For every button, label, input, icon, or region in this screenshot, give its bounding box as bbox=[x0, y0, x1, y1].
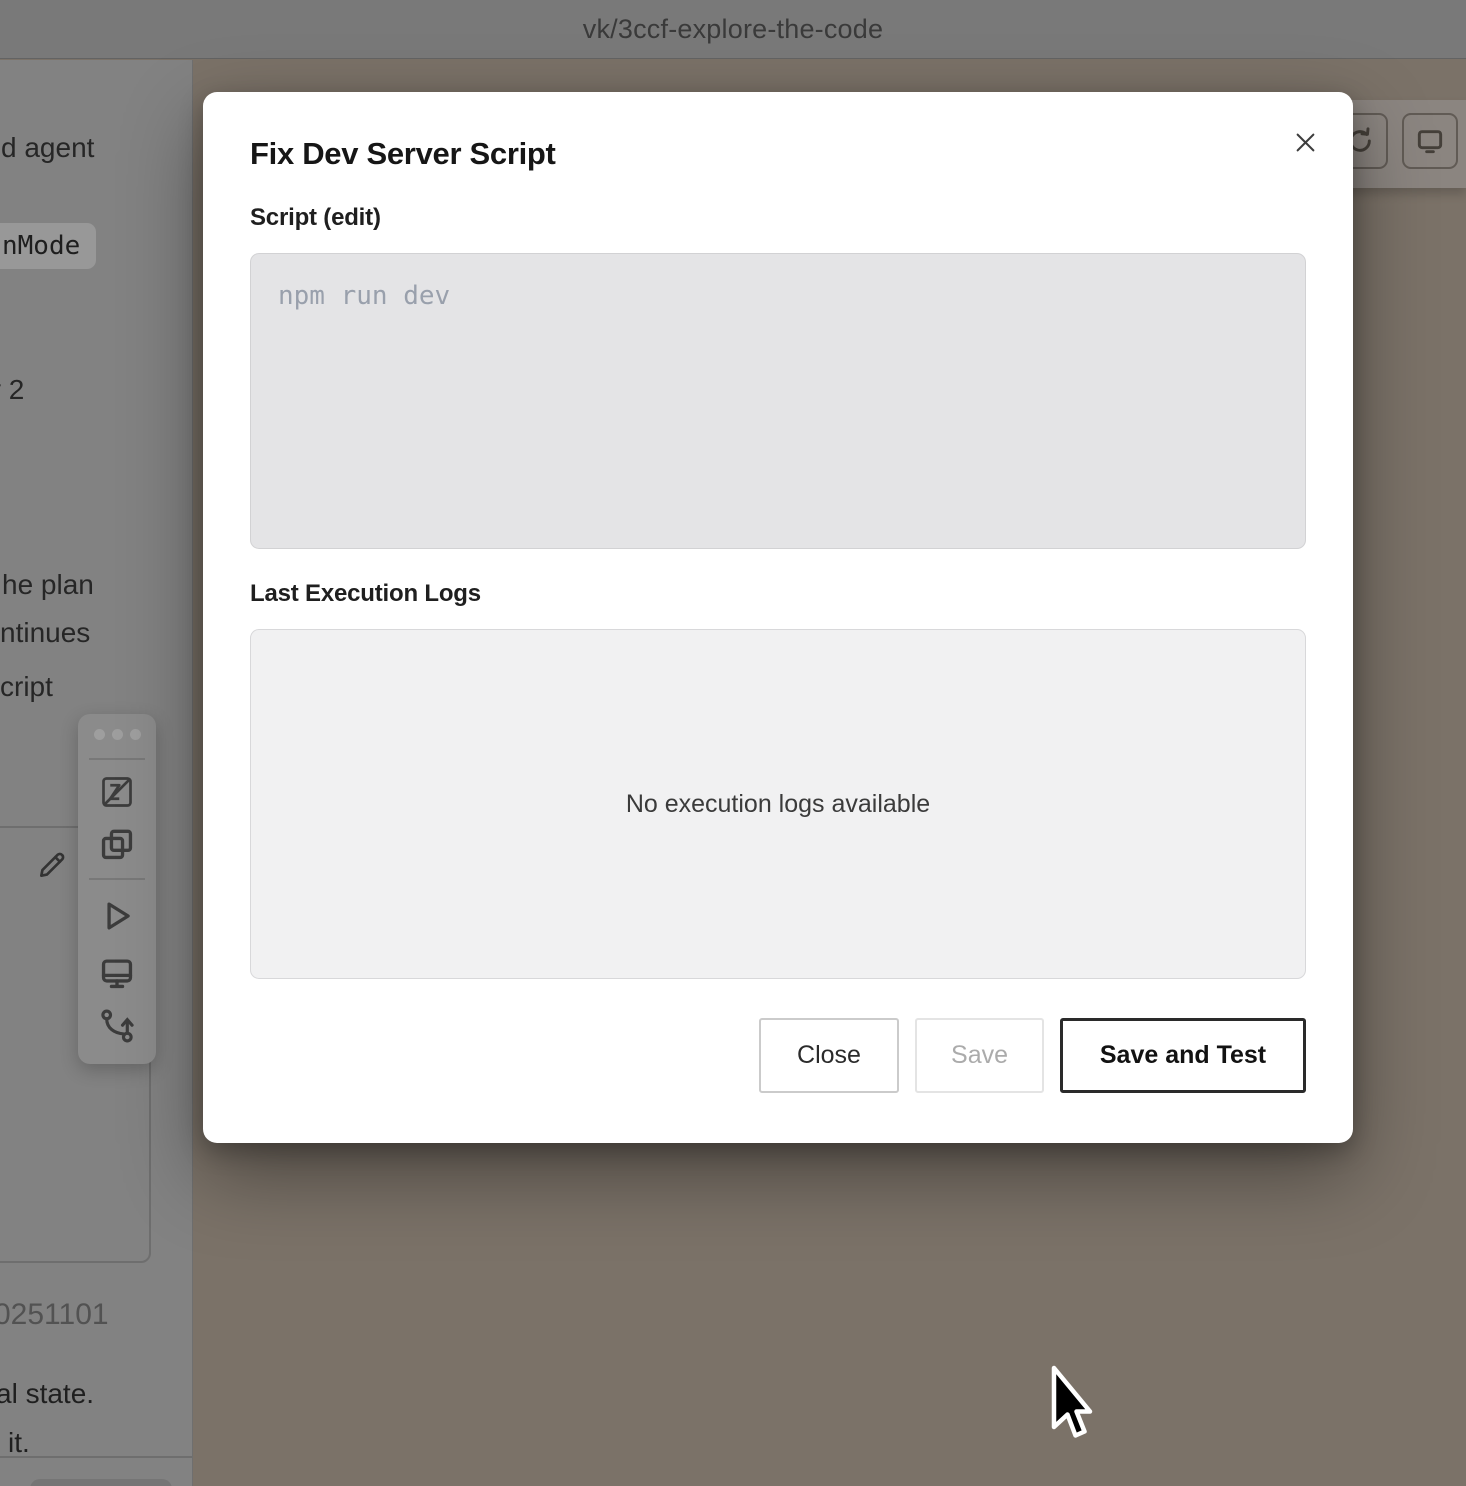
logs-empty-message: No execution logs available bbox=[625, 789, 931, 818]
chat-text-fragment: cript bbox=[0, 671, 53, 702]
pencil-icon[interactable] bbox=[36, 847, 68, 883]
dialog-title: Fix Dev Server Script bbox=[250, 136, 556, 171]
code-badge: nMode bbox=[0, 223, 97, 269]
code-badge-label: nMode bbox=[2, 231, 81, 261]
close-button[interactable]: Close bbox=[759, 1018, 900, 1093]
session-meta: 0251101 bbox=[0, 1298, 109, 1331]
rail-divider bbox=[89, 878, 145, 880]
git-branch-icon[interactable] bbox=[98, 1007, 136, 1045]
chat-text-fragment: al state. bbox=[0, 1378, 95, 1409]
chat-text-fragment: he plan bbox=[2, 569, 94, 600]
dialog-actions: Close Save Save and Test bbox=[759, 1018, 1306, 1093]
save-and-test-button[interactable]: Save and Test bbox=[1060, 1018, 1306, 1093]
sidebar-bottom-button[interactable] bbox=[30, 1479, 172, 1486]
drag-handle-dots[interactable] bbox=[78, 729, 156, 740]
floating-tool-rail bbox=[78, 714, 156, 1064]
fix-dev-server-dialog: Fix Dev Server Script Script (edit) Last… bbox=[203, 92, 1353, 1143]
sidebar-bottom-divider bbox=[0, 1456, 192, 1458]
close-icon[interactable] bbox=[1283, 120, 1327, 164]
rail-divider bbox=[89, 758, 145, 760]
session-title: vk/3ccf-explore-the-code bbox=[582, 13, 884, 44]
copy-icon[interactable] bbox=[98, 825, 136, 863]
chat-sidebar: d agent nMode y 2 he plan ntinues cript bbox=[0, 60, 193, 1486]
window-titlebar: vk/3ccf-explore-the-code bbox=[0, 0, 1466, 59]
script-input[interactable] bbox=[250, 253, 1306, 549]
chat-text-fragment: it. bbox=[8, 1427, 30, 1458]
monitor-icon[interactable] bbox=[98, 954, 136, 992]
logo-icon[interactable] bbox=[99, 774, 135, 810]
play-icon[interactable] bbox=[98, 897, 136, 935]
script-field-label: Script (edit) bbox=[250, 204, 381, 231]
save-button[interactable]: Save bbox=[915, 1018, 1044, 1093]
chat-text-fragment: y 2 bbox=[0, 374, 25, 405]
mouse-cursor bbox=[1048, 1365, 1094, 1445]
chat-text-fragment: ntinues bbox=[0, 617, 91, 648]
execution-logs-panel: No execution logs available bbox=[250, 629, 1306, 979]
chat-text-fragment: d agent bbox=[1, 132, 95, 163]
monitor-button[interactable] bbox=[1402, 113, 1458, 169]
logs-section-label: Last Execution Logs bbox=[250, 580, 481, 607]
app-root: vk/3ccf-explore-the-code d agent nMode y… bbox=[0, 0, 1466, 1486]
